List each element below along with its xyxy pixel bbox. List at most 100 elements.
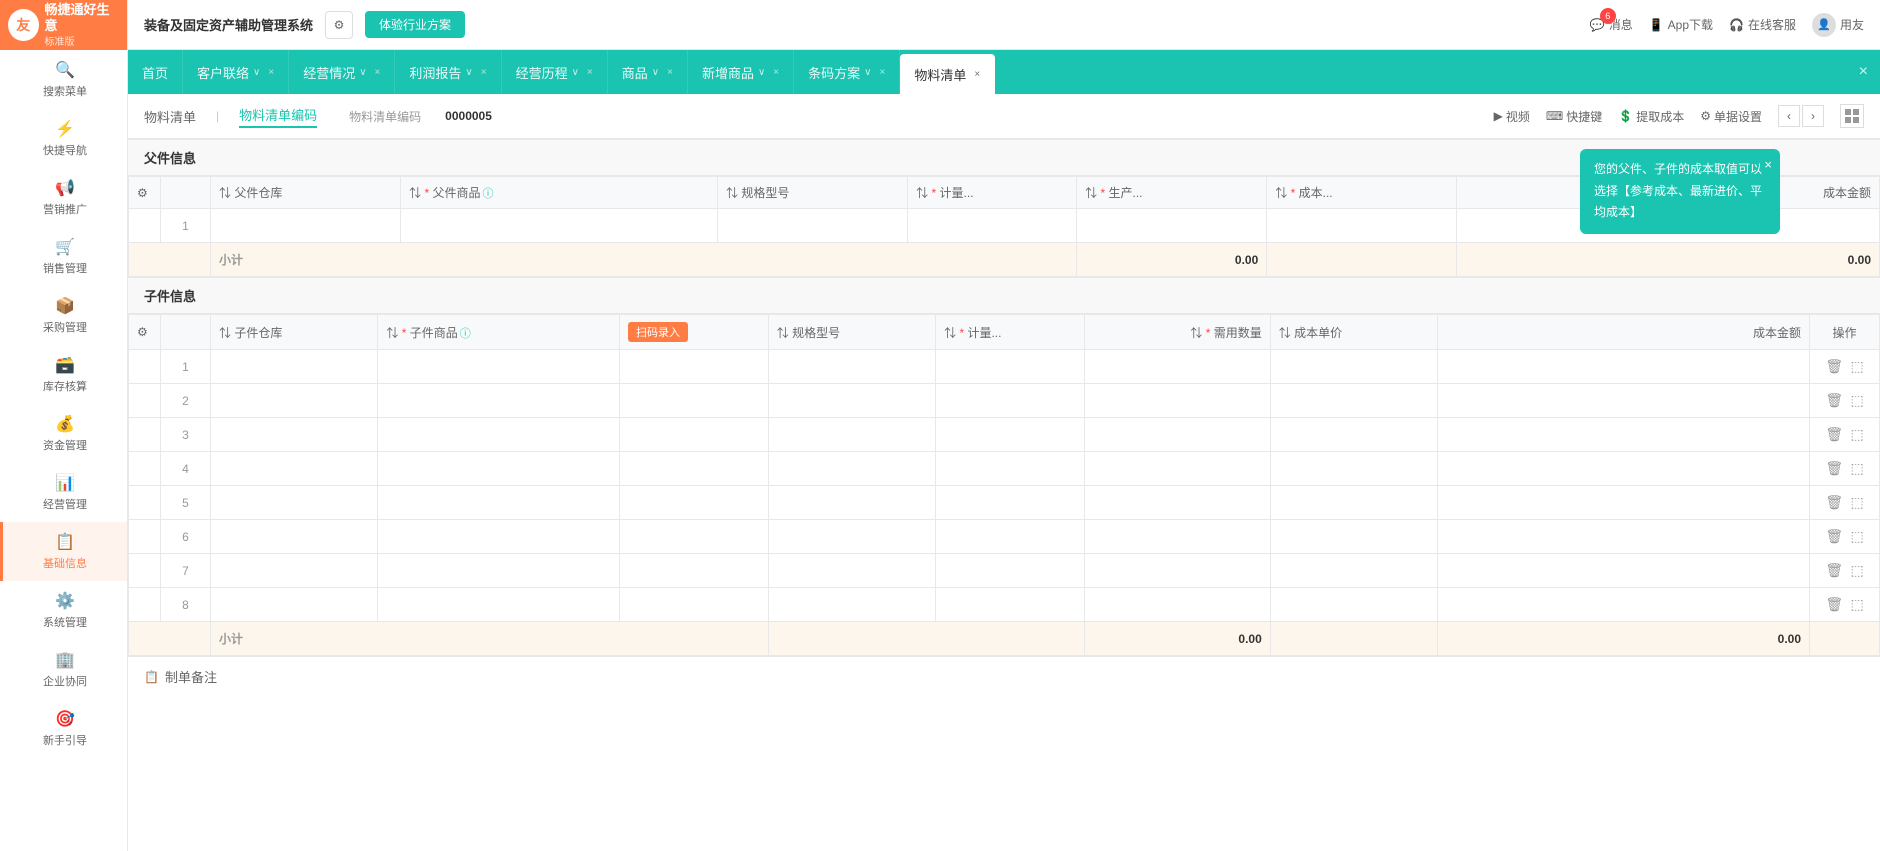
child-delete-icon-1[interactable]: 🗑 (1825, 358, 1843, 374)
nav-next-btn[interactable]: › (1802, 105, 1824, 127)
child-copy-icon-8[interactable]: ⬚ (1850, 596, 1863, 612)
sidebar-item-search[interactable]: 🔍搜索菜单 (0, 50, 127, 109)
child-row-spec-2[interactable] (768, 384, 935, 418)
navtab-close-goods[interactable]: × (667, 67, 673, 78)
child-delete-icon-7[interactable]: 🗑 (1825, 562, 1843, 578)
child-row-scan-1[interactable] (620, 350, 769, 384)
child-delete-icon-5[interactable]: 🗑 (1825, 494, 1843, 510)
child-row-unit-cost-5[interactable] (1270, 486, 1437, 520)
child-row-product-1[interactable] (378, 350, 620, 384)
child-row-unit-cost-4[interactable] (1270, 452, 1437, 486)
child-row-scan-4[interactable] (620, 452, 769, 486)
child-row-product-5[interactable] (378, 486, 620, 520)
child-copy-icon-4[interactable]: ⬚ (1850, 460, 1863, 476)
child-copy-icon-6[interactable]: ⬚ (1850, 528, 1863, 544)
child-row-spec-3[interactable] (768, 418, 935, 452)
child-row-product-8[interactable] (378, 588, 620, 622)
child-row-unit-2[interactable] (936, 384, 1085, 418)
child-row-product-3[interactable] (378, 418, 620, 452)
child-row-warehouse-2[interactable] (211, 384, 378, 418)
navtab-customer[interactable]: 客户联络∨× (183, 50, 289, 94)
child-row-qty-3[interactable] (1084, 418, 1270, 452)
child-row-unit-1[interactable] (936, 350, 1085, 384)
nav-prev-btn[interactable]: ‹ (1778, 105, 1800, 127)
breadcrumb-detail-item[interactable]: 物料清单编码 (239, 105, 317, 128)
child-row-qty-6[interactable] (1084, 520, 1270, 554)
online-service-item[interactable]: 🎧 在线客服 (1729, 16, 1796, 33)
navtab-material[interactable]: 物料清单× (900, 54, 995, 94)
child-row-scan-8[interactable] (620, 588, 769, 622)
child-row-scan-6[interactable] (620, 520, 769, 554)
child-row-scan-5[interactable] (620, 486, 769, 520)
child-row-scan-7[interactable] (620, 554, 769, 588)
child-col-scan[interactable]: 扫码录入 (620, 315, 769, 350)
child-row-qty-8[interactable] (1084, 588, 1270, 622)
child-row-qty-4[interactable] (1084, 452, 1270, 486)
child-row-product-6[interactable] (378, 520, 620, 554)
parent-row-cost[interactable] (1267, 209, 1457, 243)
parent-row-spec[interactable] (718, 209, 908, 243)
sidebar-item-inventory[interactable]: 🗃️库存核算 (0, 345, 127, 404)
sidebar-item-guide[interactable]: 🎯新手引导 (0, 699, 127, 758)
sidebar-item-marketing[interactable]: 📢营销推广 (0, 168, 127, 227)
child-col-settings[interactable]: ⚙ (129, 315, 161, 350)
navtab-barcode[interactable]: 条码方案∨× (794, 50, 900, 94)
navtab-close-material[interactable]: × (974, 69, 980, 80)
navtab-close-operations[interactable]: × (375, 67, 381, 78)
child-row-qty-1[interactable] (1084, 350, 1270, 384)
child-copy-icon-7[interactable]: ⬚ (1850, 562, 1863, 578)
child-row-scan-3[interactable] (620, 418, 769, 452)
child-row-warehouse-1[interactable] (211, 350, 378, 384)
gear-button[interactable]: ⚙ (325, 11, 353, 39)
trial-button[interactable]: 体验行业方案 (365, 11, 465, 38)
child-row-unit-8[interactable] (936, 588, 1085, 622)
child-row-spec-7[interactable] (768, 554, 935, 588)
child-delete-icon-8[interactable]: 🗑 (1825, 596, 1843, 612)
navtab-close-history[interactable]: × (587, 67, 593, 78)
parent-row-produce[interactable] (1077, 209, 1267, 243)
scan-btn[interactable]: 扫码录入 (628, 322, 688, 342)
sidebar-item-quick-nav[interactable]: ⚡快捷导航 (0, 109, 127, 168)
sidebar-item-basic-info[interactable]: 📋基础信息 (0, 522, 127, 581)
child-row-unit-cost-3[interactable] (1270, 418, 1437, 452)
child-copy-icon-1[interactable]: ⬚ (1850, 358, 1863, 374)
parent-row-product[interactable] (401, 209, 718, 243)
child-delete-icon-4[interactable]: 🗑 (1825, 460, 1843, 476)
child-row-warehouse-7[interactable] (211, 554, 378, 588)
child-row-unit-6[interactable] (936, 520, 1085, 554)
child-copy-icon-5[interactable]: ⬚ (1850, 494, 1863, 510)
navtab-home[interactable]: 首页 (128, 50, 183, 94)
sidebar-item-system[interactable]: ⚙️系统管理 (0, 581, 127, 640)
grid-view-btn[interactable] (1840, 104, 1864, 128)
child-row-product-2[interactable] (378, 384, 620, 418)
child-row-unit-cost-7[interactable] (1270, 554, 1437, 588)
notification-item[interactable]: 💬 6 消息 (1590, 16, 1633, 33)
sidebar-item-enterprise[interactable]: 🏢企业协同 (0, 640, 127, 699)
navtab-history[interactable]: 经营历程∨× (502, 50, 608, 94)
parent-col-settings[interactable]: ⚙ (129, 177, 161, 209)
child-row-qty-7[interactable] (1084, 554, 1270, 588)
child-row-warehouse-4[interactable] (211, 452, 378, 486)
child-delete-icon-2[interactable]: 🗑 (1825, 392, 1843, 408)
child-row-product-4[interactable] (378, 452, 620, 486)
child-row-unit-7[interactable] (936, 554, 1085, 588)
child-row-unit-cost-2[interactable] (1270, 384, 1437, 418)
sidebar-item-finance[interactable]: 💰资金管理 (0, 404, 127, 463)
child-delete-icon-6[interactable]: 🗑 (1825, 528, 1843, 544)
child-row-unit-cost-6[interactable] (1270, 520, 1437, 554)
sidebar-item-purchase[interactable]: 📦采购管理 (0, 286, 127, 345)
child-row-unit-cost-8[interactable] (1270, 588, 1437, 622)
child-copy-icon-3[interactable]: ⬚ (1850, 426, 1863, 442)
child-row-unit-5[interactable] (936, 486, 1085, 520)
child-row-warehouse-5[interactable] (211, 486, 378, 520)
child-row-spec-8[interactable] (768, 588, 935, 622)
parent-row-unit[interactable] (908, 209, 1077, 243)
view-btn[interactable]: ▶视频 (1494, 108, 1530, 125)
navtab-close-barcode[interactable]: × (879, 67, 885, 78)
navtab-new-goods[interactable]: 新增商品∨× (688, 50, 794, 94)
child-row-spec-6[interactable] (768, 520, 935, 554)
child-row-unit-cost-1[interactable] (1270, 350, 1437, 384)
child-copy-icon-2[interactable]: ⬚ (1850, 392, 1863, 408)
child-row-warehouse-8[interactable] (211, 588, 378, 622)
child-row-warehouse-6[interactable] (211, 520, 378, 554)
